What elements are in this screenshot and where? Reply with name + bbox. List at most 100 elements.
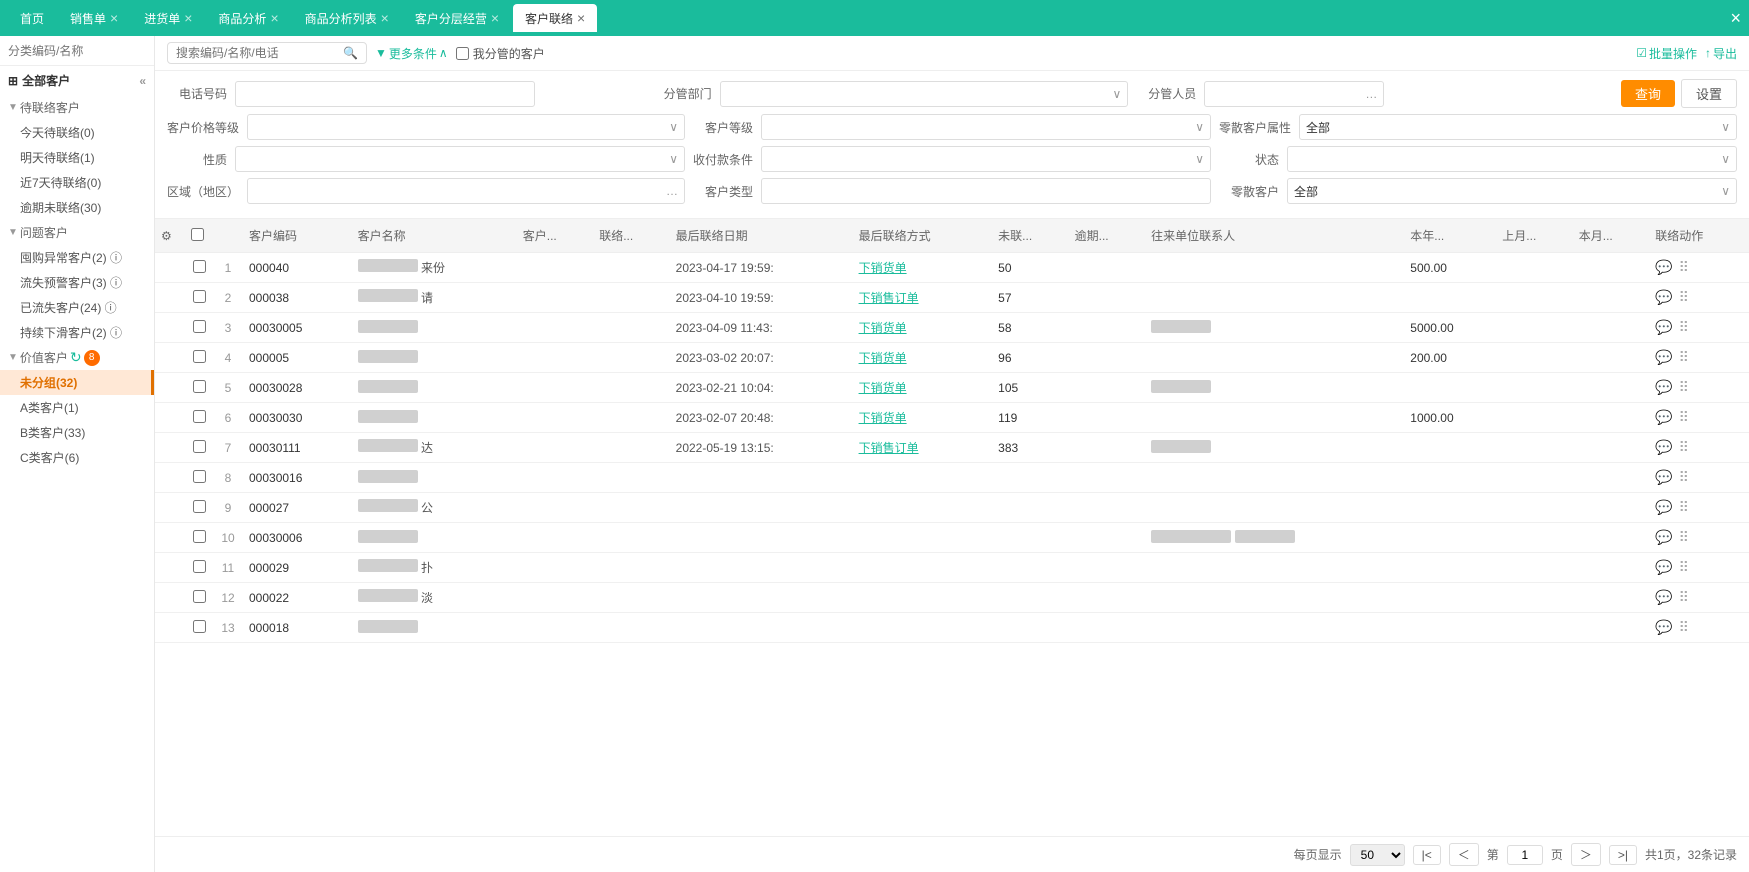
tab-purchase-close[interactable]: × (184, 11, 192, 25)
col-last-month[interactable]: 上月... (1496, 219, 1572, 253)
row-last-contact-method[interactable] (853, 493, 993, 523)
search-input[interactable] (176, 46, 339, 60)
sidebar-item-today-pending[interactable]: 今天待联络(0) (0, 120, 154, 145)
row-settings[interactable] (155, 313, 185, 343)
tab-home[interactable]: 首页 (8, 4, 56, 32)
col-code[interactable]: 客户编码 (243, 219, 352, 253)
sidebar-item-class-a[interactable]: A类客户(1) (0, 395, 154, 420)
row-select-checkbox[interactable] (193, 530, 206, 543)
tab-customer-contact[interactable]: 客户联络 × (513, 4, 597, 32)
search-btn[interactable]: 查询 (1621, 80, 1675, 107)
row-checkbox[interactable] (185, 583, 213, 613)
row-settings[interactable] (155, 583, 185, 613)
manager-select[interactable]: … (1204, 81, 1384, 107)
sidebar-search-input[interactable] (8, 44, 155, 58)
more-conditions-btn[interactable]: ▼ 更多条件 ∧ (375, 45, 448, 62)
sidebar-item-abnormal[interactable]: 囤购异常客户(2) ⓘ (0, 245, 154, 270)
tab-customer-segment-close[interactable]: × (491, 11, 499, 25)
sidebar-item-churn-warning[interactable]: 流失预警客户(3) ⓘ (0, 270, 154, 295)
window-close-btn[interactable]: × (1730, 8, 1741, 29)
row-select-checkbox[interactable] (193, 290, 206, 303)
tab-customer-contact-close[interactable]: × (577, 11, 585, 25)
row-checkbox[interactable] (185, 373, 213, 403)
customer-level-select[interactable]: ∨ (761, 114, 1211, 140)
row-checkbox[interactable] (185, 283, 213, 313)
message-icon[interactable]: 💬 (1655, 589, 1672, 606)
payment-select[interactable]: ∨ (761, 146, 1211, 172)
col-contact-person[interactable]: 往来单位联系人 (1145, 219, 1404, 253)
more-icon[interactable]: ⠿ (1679, 409, 1689, 426)
col-year-amount[interactable]: 本年... (1404, 219, 1496, 253)
row-select-checkbox[interactable] (193, 590, 206, 603)
row-checkbox[interactable] (185, 343, 213, 373)
row-select-checkbox[interactable] (193, 560, 206, 573)
col-uncontact[interactable]: 未联... (992, 219, 1068, 253)
more-icon[interactable]: ⠿ (1679, 529, 1689, 546)
col-c4[interactable]: 联络... (593, 219, 669, 253)
row-select-checkbox[interactable] (193, 500, 206, 513)
col-name[interactable]: 客户名称 (352, 219, 517, 253)
message-icon[interactable]: 💬 (1655, 469, 1672, 486)
first-page-btn[interactable]: |< (1413, 845, 1441, 865)
my-customers-input[interactable] (456, 47, 469, 60)
sidebar-item-tomorrow-pending[interactable]: 明天待联络(1) (0, 145, 154, 170)
tab-purchase[interactable]: 进货单 × (132, 4, 204, 32)
message-icon[interactable]: 💬 (1655, 289, 1672, 306)
nature-select[interactable]: ∨ (235, 146, 685, 172)
col-overdue[interactable]: 逾期... (1069, 219, 1145, 253)
more-icon[interactable]: ⠿ (1679, 379, 1689, 396)
row-last-contact-method[interactable] (853, 613, 993, 643)
sidebar-item-class-b[interactable]: B类客户(33) (0, 420, 154, 445)
message-icon[interactable]: 💬 (1655, 379, 1672, 396)
row-last-contact-method[interactable]: 下销货单 (853, 253, 993, 283)
row-settings[interactable] (155, 373, 185, 403)
row-settings[interactable] (155, 493, 185, 523)
message-icon[interactable]: 💬 (1655, 619, 1672, 636)
row-settings[interactable] (155, 283, 185, 313)
retail-customer-select[interactable]: 全部 ∨ (1287, 178, 1737, 204)
more-icon[interactable]: ⠿ (1679, 259, 1689, 276)
tab-product-analysis[interactable]: 商品分析 × (206, 4, 290, 32)
sidebar-item-overdue-pending[interactable]: 逾期未联络(30) (0, 195, 154, 220)
message-icon[interactable]: 💬 (1655, 319, 1672, 336)
sidebar-all-customers[interactable]: ⊞ 全部客户 « (0, 66, 154, 95)
row-settings[interactable] (155, 253, 185, 283)
prev-page-btn[interactable]: ＜ (1449, 843, 1479, 866)
my-customers-checkbox[interactable]: 我分管的客户 (456, 45, 545, 62)
sidebar-item-declining[interactable]: 持续下滑客户(2) ⓘ (0, 320, 154, 345)
tab-sales-close[interactable]: × (110, 11, 118, 25)
sidebar-collapse-btn[interactable]: « (139, 74, 146, 88)
sidebar-value-section[interactable]: ▼ 价值客户 ↻ 8 (0, 345, 154, 370)
row-checkbox[interactable] (185, 433, 213, 463)
row-last-contact-method[interactable] (853, 583, 993, 613)
batch-op-btn[interactable]: ☑ 批量操作 (1636, 45, 1697, 62)
message-icon[interactable]: 💬 (1655, 499, 1672, 516)
sidebar-item-unclassified[interactable]: 未分组(32) (0, 370, 154, 395)
col-this-month[interactable]: 本月... (1573, 219, 1649, 253)
customer-type-select[interactable] (761, 178, 1211, 204)
row-settings[interactable] (155, 613, 185, 643)
row-last-contact-method[interactable]: 下销货单 (853, 313, 993, 343)
more-icon[interactable]: ⠿ (1679, 589, 1689, 606)
row-settings[interactable] (155, 343, 185, 373)
select-all-checkbox[interactable] (191, 228, 204, 241)
more-icon[interactable]: ⠿ (1679, 439, 1689, 456)
row-last-contact-method[interactable]: 下销货单 (853, 343, 993, 373)
row-checkbox[interactable] (185, 553, 213, 583)
row-checkbox[interactable] (185, 613, 213, 643)
sidebar-item-week-pending[interactable]: 近7天待联络(0) (0, 170, 154, 195)
per-page-select[interactable]: 50 100 (1350, 844, 1405, 866)
row-select-checkbox[interactable] (193, 380, 206, 393)
next-page-btn[interactable]: ＞ (1571, 843, 1601, 866)
row-settings[interactable] (155, 463, 185, 493)
export-btn[interactable]: ↑ 导出 (1705, 45, 1737, 62)
sidebar-item-churned[interactable]: 已流失客户(24) ⓘ (0, 295, 154, 320)
row-settings[interactable] (155, 523, 185, 553)
row-last-contact-method[interactable] (853, 523, 993, 553)
row-select-checkbox[interactable] (193, 350, 206, 363)
row-settings[interactable] (155, 553, 185, 583)
settings-col-header[interactable]: ⚙ (155, 219, 185, 253)
tab-product-list[interactable]: 商品分析列表 × (293, 4, 401, 32)
row-checkbox[interactable] (185, 253, 213, 283)
row-last-contact-method[interactable]: 下销货单 (853, 373, 993, 403)
